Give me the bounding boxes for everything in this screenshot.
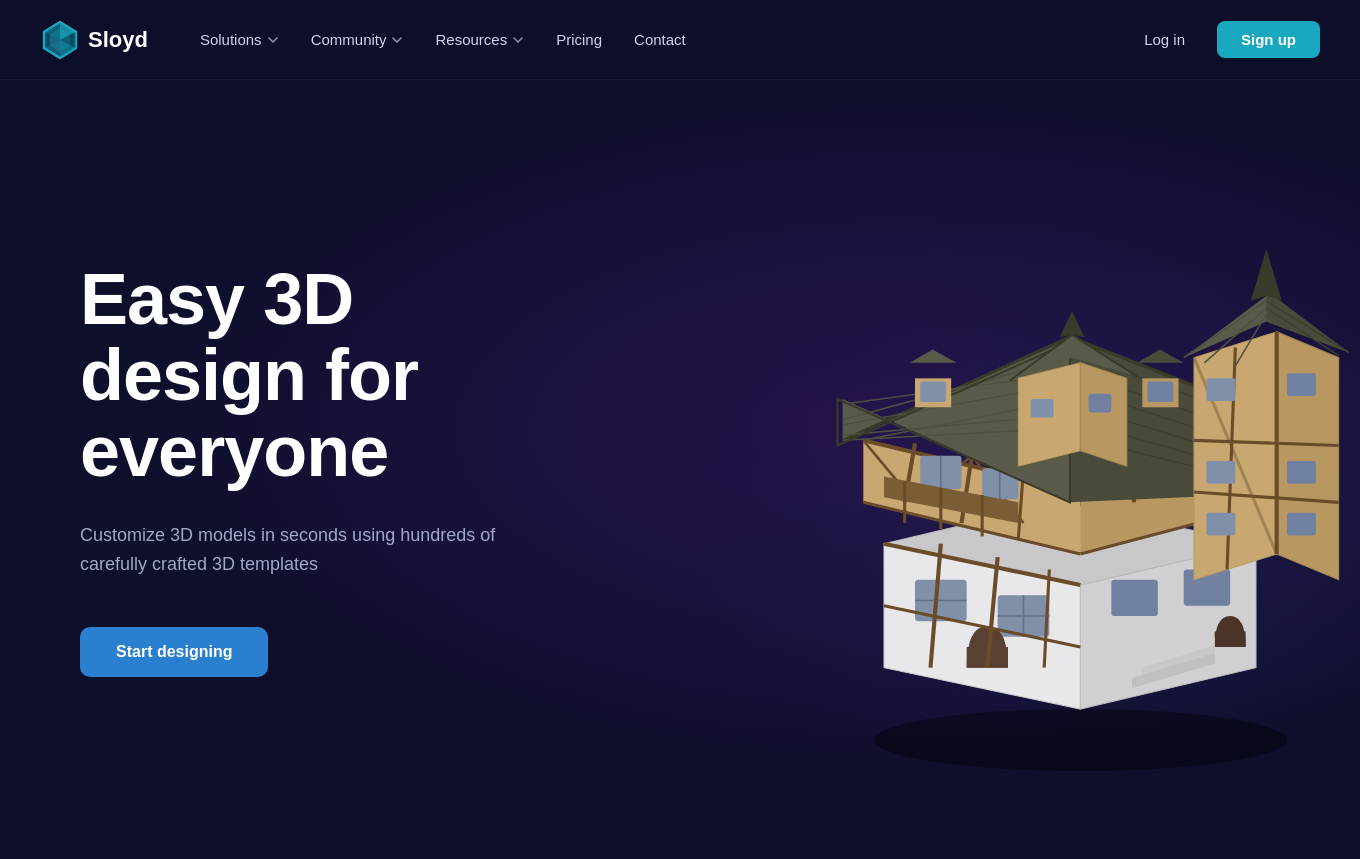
hero-title: Easy 3D design for everyone xyxy=(80,262,540,489)
chevron-down-icon xyxy=(391,34,403,46)
login-button[interactable]: Log in xyxy=(1128,23,1201,56)
svg-rect-71 xyxy=(1148,381,1174,402)
svg-rect-84 xyxy=(1287,512,1316,535)
cta-button[interactable]: Start designing xyxy=(80,627,268,677)
hero-content: Easy 3D design for everyone Customize 3D… xyxy=(0,182,620,676)
nav-item-resources[interactable]: Resources xyxy=(423,23,536,56)
svg-rect-83 xyxy=(1206,512,1235,535)
svg-rect-68 xyxy=(920,381,946,402)
svg-rect-80 xyxy=(1287,373,1316,396)
hero-illustration xyxy=(760,151,1360,771)
nav-left: Sloyd Solutions Community Resources xyxy=(40,20,698,60)
navbar: Sloyd Solutions Community Resources xyxy=(0,0,1360,80)
logo-text: Sloyd xyxy=(88,27,148,53)
nav-item-contact[interactable]: Contact xyxy=(622,23,698,56)
signup-button[interactable]: Sign up xyxy=(1217,21,1320,58)
svg-rect-79 xyxy=(1206,378,1235,401)
svg-rect-97 xyxy=(1089,393,1112,412)
chevron-down-icon xyxy=(267,34,279,46)
svg-rect-96 xyxy=(1031,399,1054,418)
nav-item-pricing[interactable]: Pricing xyxy=(544,23,614,56)
svg-rect-18 xyxy=(1111,579,1158,615)
nav-links: Solutions Community Resources Pricing xyxy=(188,23,698,56)
svg-rect-81 xyxy=(1206,461,1235,484)
chevron-down-icon xyxy=(512,34,524,46)
svg-marker-70 xyxy=(1137,349,1184,362)
nav-item-community[interactable]: Community xyxy=(299,23,416,56)
svg-rect-22 xyxy=(1215,631,1246,647)
hero-section: Easy 3D design for everyone Customize 3D… xyxy=(0,0,1360,859)
nav-right: Log in Sign up xyxy=(1128,21,1320,58)
svg-marker-67 xyxy=(910,349,957,362)
logo-icon xyxy=(40,20,80,60)
svg-marker-101 xyxy=(1060,311,1085,337)
logo[interactable]: Sloyd xyxy=(40,20,148,60)
nav-item-solutions[interactable]: Solutions xyxy=(188,23,291,56)
house-svg xyxy=(760,151,1360,771)
svg-point-8 xyxy=(874,709,1287,771)
svg-rect-82 xyxy=(1287,461,1316,484)
svg-marker-95 xyxy=(1080,362,1127,465)
svg-marker-73 xyxy=(1277,331,1339,579)
svg-marker-87 xyxy=(1251,249,1282,301)
hero-subtitle: Customize 3D models in seconds using hun… xyxy=(80,521,500,579)
